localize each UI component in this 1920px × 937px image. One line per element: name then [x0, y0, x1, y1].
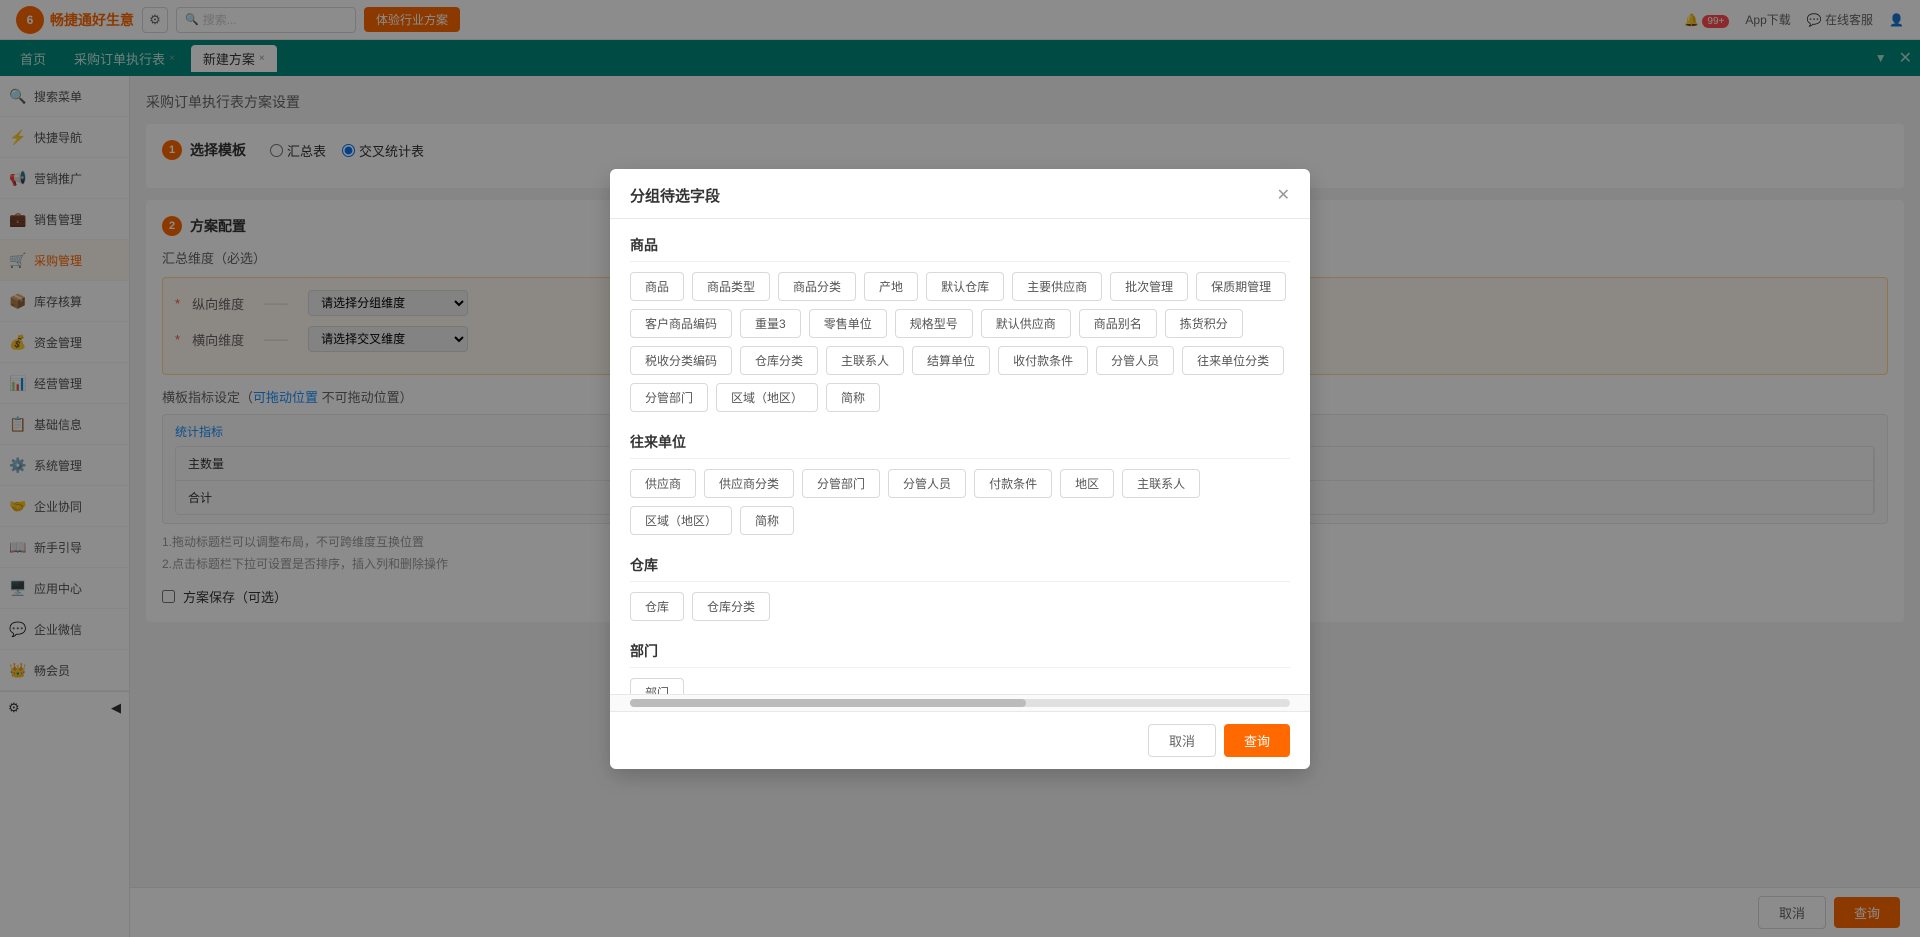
field-select-modal: 分组待选字段 ✕ 商品 商品 商品类型 商品分类 产地 默认仓库 主要供应商 批… — [610, 169, 1310, 769]
field-tag-goods-category[interactable]: 商品分类 — [778, 272, 856, 301]
field-tag-retail-unit[interactable]: 零售单位 — [809, 309, 887, 338]
modal-scrollbar — [610, 694, 1310, 711]
field-tag-partner-area[interactable]: 区域（地区） — [630, 506, 732, 535]
field-group-partner: 往来单位 供应商 供应商分类 分管部门 分管人员 付款条件 地区 主联系人 区域… — [630, 432, 1290, 535]
field-tag-abbr[interactable]: 简称 — [826, 383, 880, 412]
field-tag-department[interactable]: 部门 — [630, 678, 684, 694]
field-tags-goods: 商品 商品类型 商品分类 产地 默认仓库 主要供应商 批次管理 保质期管理 客户… — [630, 272, 1290, 412]
modal-cancel-button[interactable]: 取消 — [1148, 724, 1216, 757]
field-group-warehouse: 仓库 仓库 仓库分类 — [630, 555, 1290, 621]
field-tag-pick-points[interactable]: 拣货积分 — [1165, 309, 1243, 338]
field-tag-goods-type[interactable]: 商品类型 — [692, 272, 770, 301]
field-tag-expiry-mgmt[interactable]: 保质期管理 — [1196, 272, 1286, 301]
field-tag-warehouse-category[interactable]: 仓库分类 — [740, 346, 818, 375]
field-group-title-dept: 部门 — [630, 641, 1290, 668]
field-group-title-goods: 商品 — [630, 235, 1290, 262]
field-tag-region[interactable]: 区域（地区） — [716, 383, 818, 412]
modal-confirm-button[interactable]: 查询 — [1224, 724, 1290, 757]
field-tag-weight3[interactable]: 重量3 — [740, 309, 801, 338]
field-tag-spec-model[interactable]: 规格型号 — [895, 309, 973, 338]
modal-close-button[interactable]: ✕ — [1277, 185, 1290, 205]
field-tag-tax-code[interactable]: 税收分类编码 — [630, 346, 732, 375]
field-tag-default-supplier[interactable]: 默认供应商 — [981, 309, 1071, 338]
field-tag-batch-mgmt[interactable]: 批次管理 — [1110, 272, 1188, 301]
field-tags-warehouse: 仓库 仓库分类 — [630, 592, 1290, 621]
field-tag-goods-alias[interactable]: 商品别名 — [1079, 309, 1157, 338]
field-tag-partner-contact[interactable]: 主联系人 — [1122, 469, 1200, 498]
field-tags-partner: 供应商 供应商分类 分管部门 分管人员 付款条件 地区 主联系人 区域（地区） … — [630, 469, 1290, 535]
modal-title: 分组待选字段 — [630, 185, 720, 206]
field-group-title-warehouse: 仓库 — [630, 555, 1290, 582]
field-tag-partner-region[interactable]: 地区 — [1060, 469, 1114, 498]
modal-body: 商品 商品 商品类型 商品分类 产地 默认仓库 主要供应商 批次管理 保质期管理… — [610, 219, 1310, 694]
field-group-dept: 部门 部门 — [630, 641, 1290, 694]
field-tag-partner-payment[interactable]: 付款条件 — [974, 469, 1052, 498]
field-tag-partner-category[interactable]: 往来单位分类 — [1182, 346, 1284, 375]
field-tag-default-warehouse[interactable]: 默认仓库 — [926, 272, 1004, 301]
field-tag-customer-code[interactable]: 客户商品编码 — [630, 309, 732, 338]
field-tag-warehouse[interactable]: 仓库 — [630, 592, 684, 621]
field-tags-dept: 部门 — [630, 678, 1290, 694]
field-tag-warehouse-cat[interactable]: 仓库分类 — [692, 592, 770, 621]
field-tag-settlement-unit[interactable]: 结算单位 — [912, 346, 990, 375]
field-tag-supplier-category[interactable]: 供应商分类 — [704, 469, 794, 498]
field-tag-supervisor[interactable]: 分管人员 — [1096, 346, 1174, 375]
modal-header: 分组待选字段 ✕ — [610, 169, 1310, 219]
field-tag-main-contact[interactable]: 主联系人 — [826, 346, 904, 375]
field-tag-partner-abbr[interactable]: 简称 — [740, 506, 794, 535]
scrollbar-track[interactable] — [630, 699, 1290, 707]
field-tag-partner-dept[interactable]: 分管部门 — [802, 469, 880, 498]
field-tag-main-supplier[interactable]: 主要供应商 — [1012, 272, 1102, 301]
field-tag-supplier[interactable]: 供应商 — [630, 469, 696, 498]
field-group-goods: 商品 商品 商品类型 商品分类 产地 默认仓库 主要供应商 批次管理 保质期管理… — [630, 235, 1290, 412]
field-tag-dept[interactable]: 分管部门 — [630, 383, 708, 412]
field-tag-goods[interactable]: 商品 — [630, 272, 684, 301]
field-tag-payment-terms[interactable]: 收付款条件 — [998, 346, 1088, 375]
scrollbar-thumb[interactable] — [630, 699, 1026, 707]
modal-overlay: 分组待选字段 ✕ 商品 商品 商品类型 商品分类 产地 默认仓库 主要供应商 批… — [0, 0, 1920, 937]
field-tag-partner-supervisor[interactable]: 分管人员 — [888, 469, 966, 498]
field-tag-origin[interactable]: 产地 — [864, 272, 918, 301]
field-group-title-partner: 往来单位 — [630, 432, 1290, 459]
modal-footer: 取消 查询 — [610, 711, 1310, 769]
